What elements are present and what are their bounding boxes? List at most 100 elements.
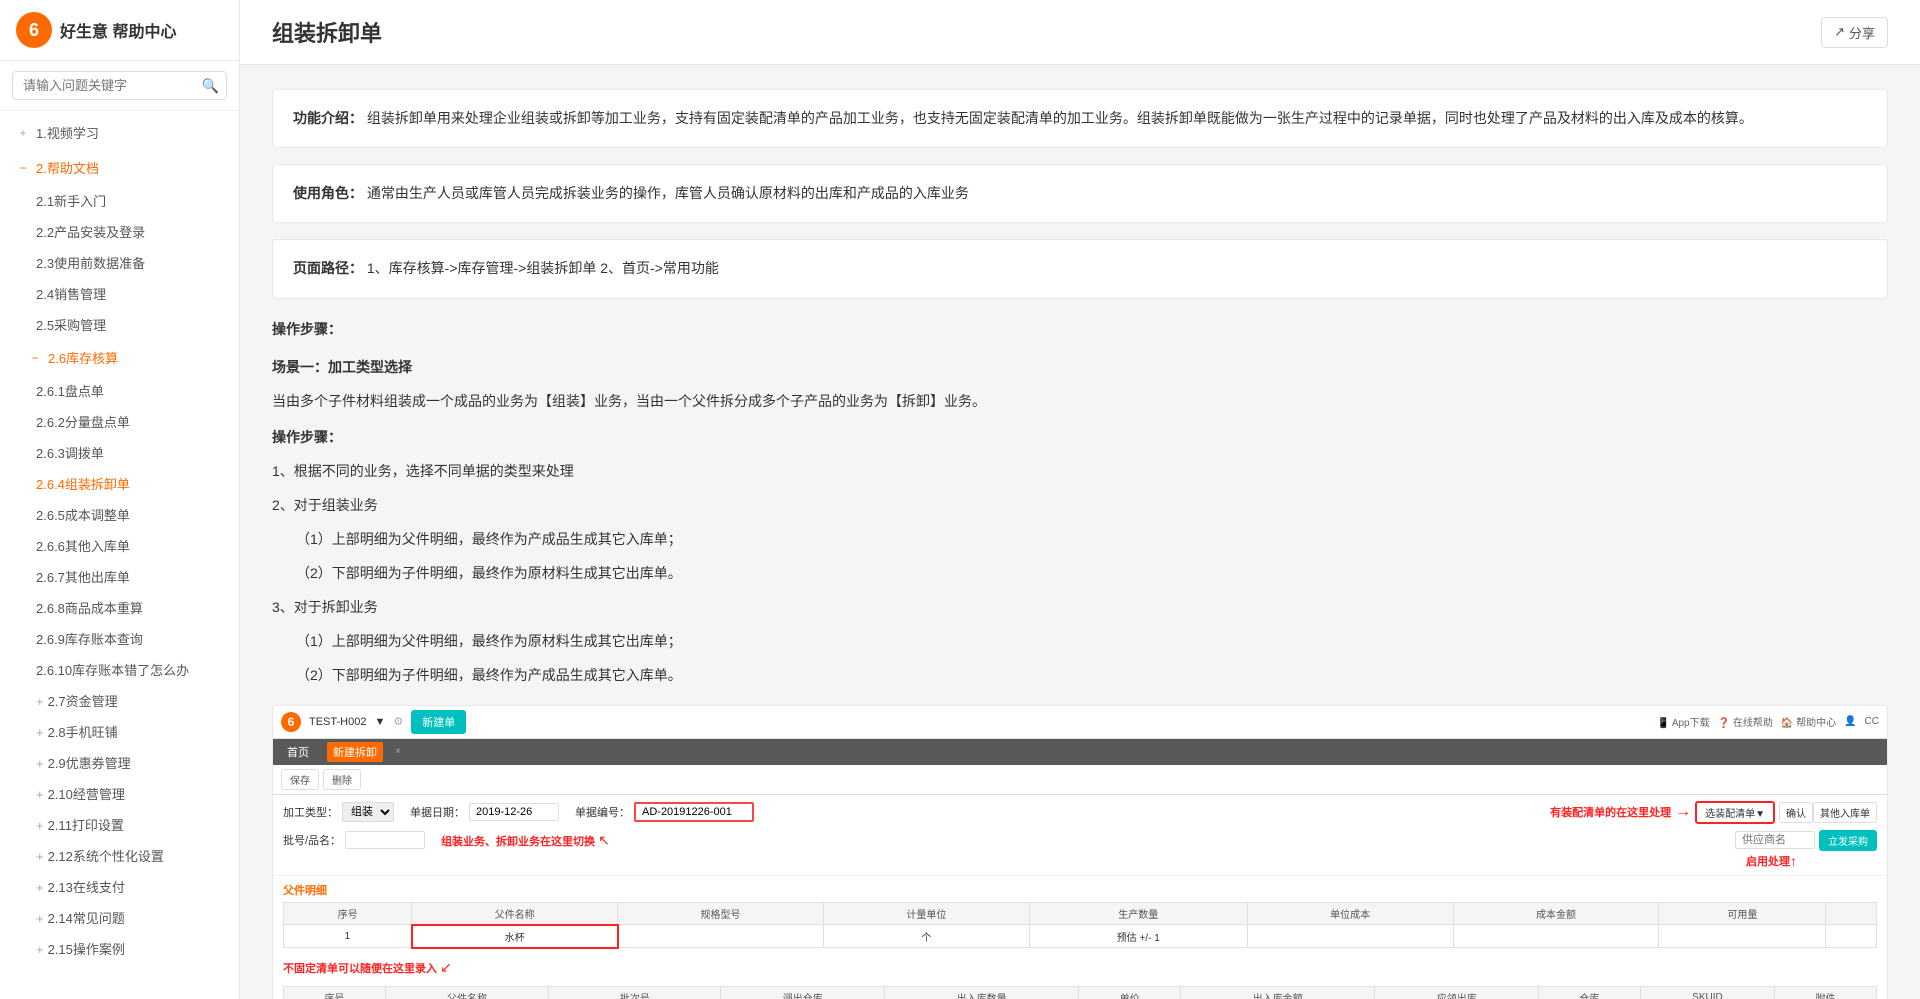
cell-cost — [1453, 925, 1659, 948]
sim-new-btn[interactable]: 新建单 — [411, 710, 466, 734]
col-ops — [1826, 902, 1877, 925]
sim-num-input[interactable] — [634, 802, 754, 822]
sidebar-item-adjust[interactable]: 2.6.3调拨单 — [0, 437, 239, 468]
sidebar-item-other-out[interactable]: 2.6.7其他出库单 — [0, 561, 239, 592]
sim-dropdown-icon: ▼ — [374, 716, 385, 728]
sub-col-skuid: SKUID — [1640, 986, 1774, 999]
cell-price — [1247, 925, 1453, 948]
cell-goods: 水杯 — [412, 925, 618, 948]
sim-logo: 6 — [281, 712, 301, 732]
role-box: 使用角色： 通常由生产人员或库管人员完成拆装业务的操作，库管人员确认原材料的出库… — [272, 164, 1888, 223]
col-avail: 可用量 — [1659, 902, 1826, 925]
sub-col-amount: 出入库金额 — [1181, 986, 1375, 999]
sim-form-area: 加工类型： 组装 拆卸 单据日期： 单据编号： — [273, 795, 1887, 876]
sidebar-item-stocktake[interactable]: 2.6.1盘点单 — [0, 375, 239, 406]
sim-user-icon: 👤 — [1844, 716, 1856, 727]
sim-date-label: 单据日期： — [410, 804, 465, 820]
sim-handle-input[interactable] — [1735, 831, 1815, 849]
sidebar-item-faq[interactable]: +2.14常见问题 — [0, 902, 239, 933]
sim-arrow-right: → — [1675, 803, 1691, 821]
sub-col-batch: 批次号 — [549, 986, 721, 999]
search-input[interactable] — [12, 71, 227, 100]
sim-type-select[interactable]: 组装 拆卸 — [342, 802, 394, 822]
sim-settings-icon: ⚙ — [393, 715, 403, 728]
sim-num-label: 单据编号： — [575, 804, 630, 820]
logo-icon: 6 — [16, 12, 52, 48]
sidebar-item-label: 2.帮助文档 — [36, 158, 99, 177]
sim-top-right: 📱 App下载 ❓ 在线帮助 🏠 帮助中心 👤 CC — [1657, 714, 1879, 729]
sidebar-item-inventory[interactable]: − 2.6库存核算 — [0, 340, 239, 375]
sim-tab-delete[interactable]: 删除 — [323, 769, 361, 790]
sim-menu-home[interactable]: 首页 — [281, 742, 315, 762]
share-label: 分享 — [1849, 23, 1875, 42]
sim-center-icon: 🏠 帮助中心 — [1781, 714, 1836, 729]
sidebar-item-cost[interactable]: 2.6.5成本调整单 — [0, 499, 239, 530]
sub-col-seq: 序号 — [284, 986, 386, 999]
sim-bottom-annotation-area: 不固定清单可以随便在这里录入 ↙ — [273, 955, 1887, 980]
sidebar-item-install[interactable]: 2.2产品安装及登录 — [0, 216, 239, 247]
sim-handle-area: 立发采购 — [1735, 830, 1877, 851]
sidebar-item-label: 2.6库存核算 — [48, 348, 118, 367]
sim-bom-btn[interactable]: 选装配清单▼ — [1695, 801, 1775, 824]
sidebar-item-stock-check[interactable]: 2.6.9库存账本查询 — [0, 623, 239, 654]
sidebar-item-allot[interactable]: 2.6.2分量盘点单 — [0, 406, 239, 437]
path-text: 1、库存核算->库存管理->组装拆卸单 2、首页->常用功能 — [367, 260, 719, 276]
sim-type-label: 加工类型： — [283, 804, 338, 820]
sidebar-item-video[interactable]: + 1.视频学习 — [0, 115, 239, 150]
sidebar-item-other-in[interactable]: 2.6.6其他入库单 — [0, 530, 239, 561]
share-icon: ↗ — [1834, 24, 1845, 40]
sim-other-btn[interactable]: 其他入库单 — [1813, 802, 1877, 823]
path-label: 页面路径： — [293, 260, 363, 276]
sidebar-item-sales[interactable]: 2.4销售管理 — [0, 278, 239, 309]
sidebar-item-new[interactable]: 2.1新手入门 — [0, 185, 239, 216]
sim-confirm-btn[interactable]: 确认 — [1779, 802, 1813, 823]
sub-col-wh: 调出仓库 — [721, 986, 885, 999]
sidebar-item-mobile[interactable]: +2.8手机旺铺 — [0, 716, 239, 747]
sidebar-item-label: 1.视频学习 — [36, 123, 99, 142]
col-qty: 计量单位 — [823, 902, 1029, 925]
sim-date-field: 单据日期： — [410, 803, 559, 821]
sim-annotation-top-area: 有装配清单的在这里处理 → 选装配清单▼ 确认 其他入库单 — [770, 801, 1877, 824]
sidebar-item-online-pay[interactable]: +2.13在线支付 — [0, 871, 239, 902]
col-seq: 序号 — [284, 902, 412, 925]
minus-icon: − — [16, 161, 30, 175]
share-button[interactable]: ↗ 分享 — [1821, 17, 1888, 48]
col-goods: 父件名称 — [412, 902, 618, 925]
sidebar-item-stock-error[interactable]: 2.6.10库存账本错了怎么办 — [0, 654, 239, 685]
sim-parent-label: 父件明细 — [283, 882, 1877, 898]
sidebar-item-purchase[interactable]: 2.5采购管理 — [0, 309, 239, 340]
sim-batch-label: 批号/品名： — [283, 832, 341, 848]
sidebar-item-system[interactable]: +2.12系统个性化设置 — [0, 840, 239, 871]
sidebar-item-docs[interactable]: − 2.帮助文档 — [0, 150, 239, 185]
sidebar-item-data[interactable]: 2.3使用前数据准备 — [0, 247, 239, 278]
minus-icon-2: − — [28, 351, 42, 365]
sidebar-item-goods-cost[interactable]: 2.6.8商品成本重算 — [0, 592, 239, 623]
search-bar: 🔍 — [0, 61, 239, 111]
sidebar-item-print[interactable]: +2.11打印设置 — [0, 809, 239, 840]
sim-type-row: 加工类型： 组装 拆卸 单据日期： 单据编号： — [283, 801, 1877, 824]
sim-type-arrow: ↖ — [598, 832, 610, 848]
sim-date-input[interactable] — [469, 803, 559, 821]
sim-batch-input[interactable] — [345, 831, 425, 849]
sim-apps-icon: 📱 App下载 — [1657, 714, 1709, 729]
main-header: 组装拆卸单 ↗ 分享 — [240, 0, 1920, 65]
table-row: 1 水杯 个 预估 +/- 1 — [284, 925, 1877, 948]
sim-type-selector: 加工类型： 组装 拆卸 — [283, 802, 394, 822]
col-cost-total: 成本金额 — [1453, 902, 1659, 925]
sidebar-item-assembly[interactable]: 2.6.4组装拆卸单 — [0, 468, 239, 499]
sim-annotation-bottom: 不固定清单可以随便在这里录入 — [283, 963, 437, 975]
cell-seq: 1 — [284, 925, 412, 948]
step2-1: （1）上部明细为父件明细，最终作为产成品生成其它入库单； — [272, 525, 1888, 553]
ops-steps-heading: 操作步骤： — [272, 423, 1888, 451]
sidebar-item-ops[interactable]: +2.10经营管理 — [0, 778, 239, 809]
cell-qty: 预估 +/- 1 — [1029, 925, 1247, 948]
sidebar-item-cases[interactable]: +2.15操作案例 — [0, 933, 239, 964]
sim-form-row2: 批号/品名： 组装业务、拆卸业务在这里切换 ↖ 立发采购 — [283, 830, 1877, 851]
sidebar-item-coupon[interactable]: +2.9优惠券管理 — [0, 747, 239, 778]
sim-handle-btn[interactable]: 立发采购 — [1819, 830, 1877, 851]
sim-tab-save[interactable]: 保存 — [281, 769, 319, 790]
sidebar-header: 6 好生意 帮助中心 — [0, 0, 239, 61]
sidebar-item-finance[interactable]: +2.7资金管理 — [0, 685, 239, 716]
sim-menu-current[interactable]: 新建拆卸 — [327, 742, 383, 762]
sim-annotation-top: 有装配清单的在这里处理 — [1550, 804, 1671, 820]
